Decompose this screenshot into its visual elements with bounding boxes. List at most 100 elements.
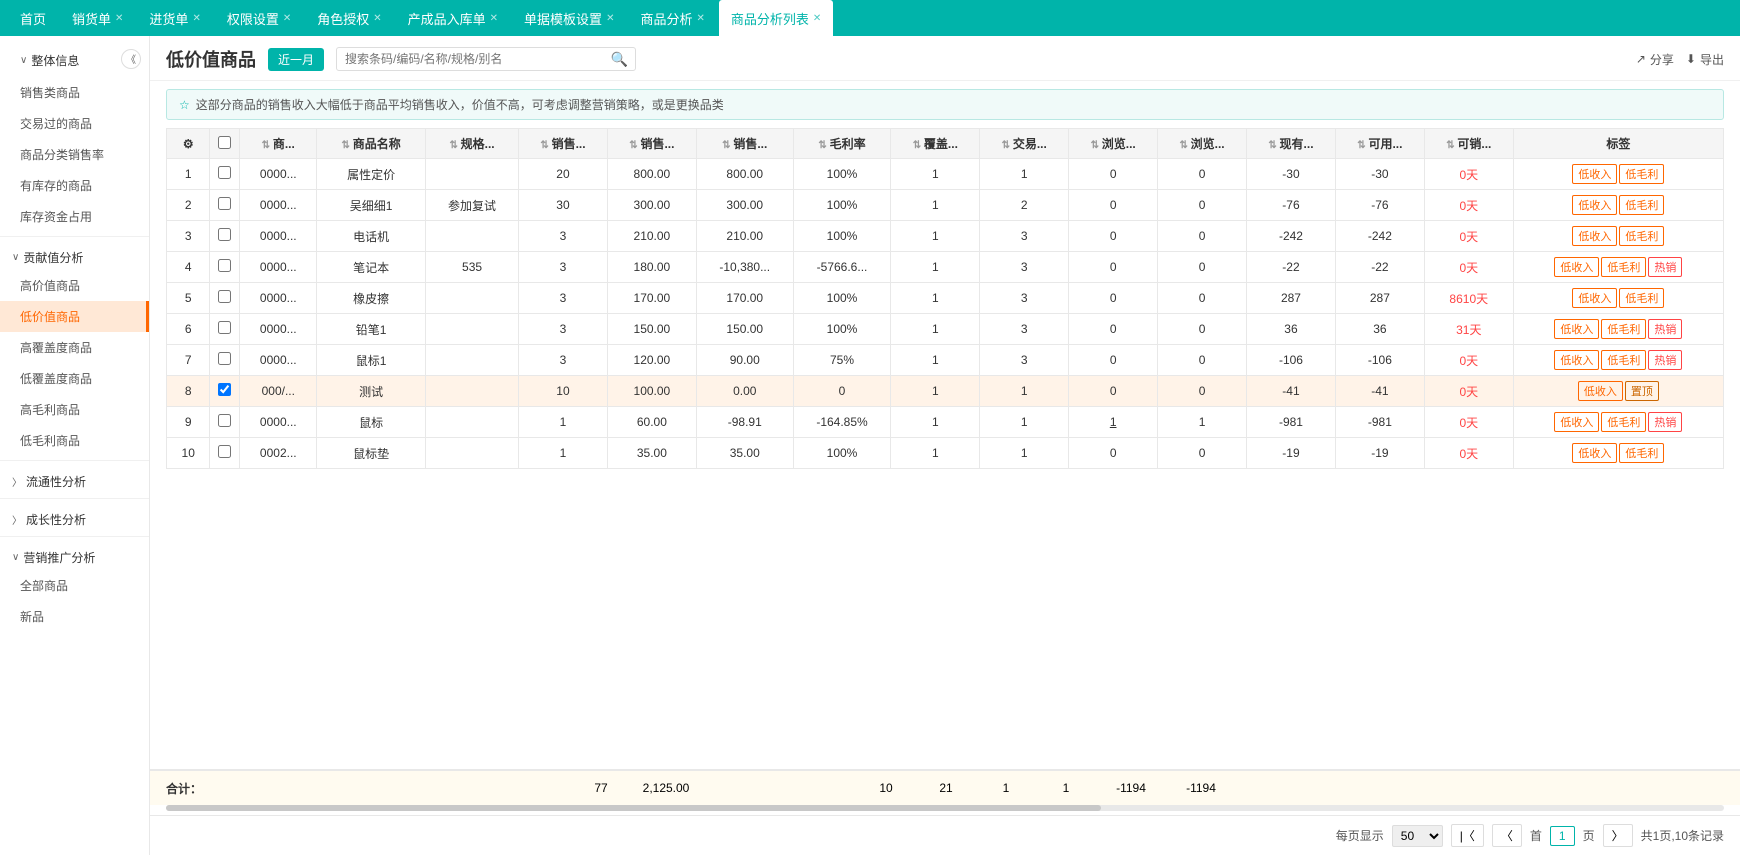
prev-page-btn[interactable]: 〈: [1492, 824, 1522, 847]
nav-template[interactable]: 单据模板设置 ✕: [512, 0, 626, 36]
th-sale3[interactable]: 销售...: [696, 129, 793, 159]
th-name[interactable]: 商品名称: [317, 129, 426, 159]
row-code: 000/...: [240, 376, 317, 407]
row-code: 0000...: [240, 407, 317, 438]
sidebar-group-contribution: ∨ 贡献值分析: [0, 241, 149, 270]
sidebar-item-high-coverage[interactable]: 高覆盖度商品: [0, 332, 149, 363]
share-button[interactable]: ↗ 分享: [1636, 51, 1674, 68]
row-current: 287: [1247, 283, 1336, 314]
row-tags: 低收入低毛利: [1513, 438, 1723, 469]
footer-coverage: 10: [856, 777, 916, 799]
row-checkbox[interactable]: [210, 283, 240, 314]
first-page-btn[interactable]: |〈: [1451, 824, 1484, 847]
th-avail[interactable]: 可用...: [1335, 129, 1424, 159]
sidebar-item-sales-goods[interactable]: 销售类商品: [0, 77, 149, 108]
th-current[interactable]: 现有...: [1247, 129, 1336, 159]
row-current: -76: [1247, 190, 1336, 221]
nav-permissions[interactable]: 权限设置 ✕: [215, 0, 303, 36]
th-sale2[interactable]: 销售...: [607, 129, 696, 159]
row-tags: 低收入低毛利热销: [1513, 345, 1723, 376]
row-days: 8610天: [1424, 283, 1513, 314]
row-select-checkbox[interactable]: [218, 383, 231, 396]
row-browse1[interactable]: 1: [1069, 407, 1158, 438]
row-avail: -981: [1335, 407, 1424, 438]
th-settings[interactable]: ⚙: [167, 129, 210, 159]
row-coverage: 1: [891, 159, 980, 190]
sidebar-item-stock-fund[interactable]: 库存资金占用: [0, 201, 149, 232]
row-trade: 3: [980, 252, 1069, 283]
row-select-checkbox[interactable]: [218, 290, 231, 303]
th-saleable[interactable]: 可销...: [1424, 129, 1513, 159]
sidebar-item-low-value[interactable]: 低价值商品: [0, 301, 149, 332]
row-select-checkbox[interactable]: [218, 414, 231, 427]
th-spec[interactable]: 规格...: [426, 129, 519, 159]
row-trade: 2: [980, 190, 1069, 221]
sidebar-item-new-goods[interactable]: 新品: [0, 601, 149, 632]
row-select-checkbox[interactable]: [218, 445, 231, 458]
period-button[interactable]: 近一月: [268, 48, 324, 71]
th-coverage[interactable]: 覆盖...: [891, 129, 980, 159]
sidebar-group-growth[interactable]: 〉 成长性分析: [0, 503, 149, 532]
th-gross[interactable]: 毛利率: [793, 129, 891, 159]
row-gross: 100%: [793, 438, 891, 469]
select-all-checkbox[interactable]: [218, 136, 231, 149]
row-spec: [426, 283, 519, 314]
row-select-checkbox[interactable]: [218, 197, 231, 210]
row-days: 0天: [1424, 407, 1513, 438]
sidebar-group-flow[interactable]: 〉 流通性分析: [0, 465, 149, 494]
next-page-btn[interactable]: 〉: [1603, 824, 1633, 847]
row-checkbox[interactable]: [210, 345, 240, 376]
row-select-checkbox[interactable]: [218, 259, 231, 272]
row-gross: 100%: [793, 283, 891, 314]
total-info: 共1页,10条记录: [1641, 827, 1724, 844]
nav-purchase[interactable]: 进货单 ✕: [137, 0, 212, 36]
row-spec: 参加复试: [426, 190, 519, 221]
row-code: 0000...: [240, 190, 317, 221]
th-browse2[interactable]: 浏览...: [1158, 129, 1247, 159]
nav-sales[interactable]: 销货单 ✕: [60, 0, 135, 36]
row-checkbox[interactable]: [210, 314, 240, 345]
row-checkbox[interactable]: [210, 221, 240, 252]
sidebar-item-high-value[interactable]: 高价值商品: [0, 270, 149, 301]
row-gross: 100%: [793, 159, 891, 190]
nav-analysis-list[interactable]: 商品分析列表 ✕: [719, 0, 833, 36]
row-select-checkbox[interactable]: [218, 228, 231, 241]
sidebar-item-category-rate[interactable]: 商品分类销售率: [0, 139, 149, 170]
row-select-checkbox[interactable]: [218, 166, 231, 179]
row-checkbox[interactable]: [210, 252, 240, 283]
sidebar-item-high-margin[interactable]: 高毛利商品: [0, 394, 149, 425]
per-page-select[interactable]: 50 100: [1392, 825, 1443, 847]
footer-trade: 21: [916, 777, 976, 799]
nav-production[interactable]: 产成品入库单 ✕: [396, 0, 510, 36]
row-checkbox[interactable]: [210, 159, 240, 190]
row-checkbox[interactable]: [210, 438, 240, 469]
row-select-checkbox[interactable]: [218, 321, 231, 334]
search-input[interactable]: [336, 47, 636, 71]
sidebar-item-low-coverage[interactable]: 低覆盖度商品: [0, 363, 149, 394]
nav-analysis[interactable]: 商品分析 ✕: [628, 0, 716, 36]
th-trade[interactable]: 交易...: [980, 129, 1069, 159]
row-sale2: 150.00: [607, 314, 696, 345]
th-sale1[interactable]: 销售...: [519, 129, 608, 159]
row-checkbox[interactable]: [210, 376, 240, 407]
th-browse1[interactable]: 浏览...: [1069, 129, 1158, 159]
sidebar-item-traded-goods[interactable]: 交易过的商品: [0, 108, 149, 139]
sidebar-item-low-margin[interactable]: 低毛利商品: [0, 425, 149, 456]
row-num: 7: [167, 345, 210, 376]
current-page: 1: [1550, 826, 1575, 846]
nav-home[interactable]: 首页: [8, 0, 58, 36]
export-button[interactable]: ⬇ 导出: [1686, 51, 1724, 68]
row-tags: 低收入低毛利热销: [1513, 314, 1723, 345]
sidebar-item-stock-goods[interactable]: 有库存的商品: [0, 170, 149, 201]
row-sale1: 20: [519, 159, 608, 190]
nav-roles[interactable]: 角色授权 ✕: [305, 0, 393, 36]
row-checkbox[interactable]: [210, 407, 240, 438]
row-sale3: -98.91: [696, 407, 793, 438]
sidebar-item-all-goods[interactable]: 全部商品: [0, 570, 149, 601]
page-suffix: 页: [1583, 827, 1595, 844]
row-checkbox[interactable]: [210, 190, 240, 221]
row-select-checkbox[interactable]: [218, 352, 231, 365]
th-code[interactable]: 商...: [240, 129, 317, 159]
per-page-label: 每页显示: [1336, 827, 1384, 844]
sidebar-collapse-btn[interactable]: 《: [121, 49, 141, 69]
